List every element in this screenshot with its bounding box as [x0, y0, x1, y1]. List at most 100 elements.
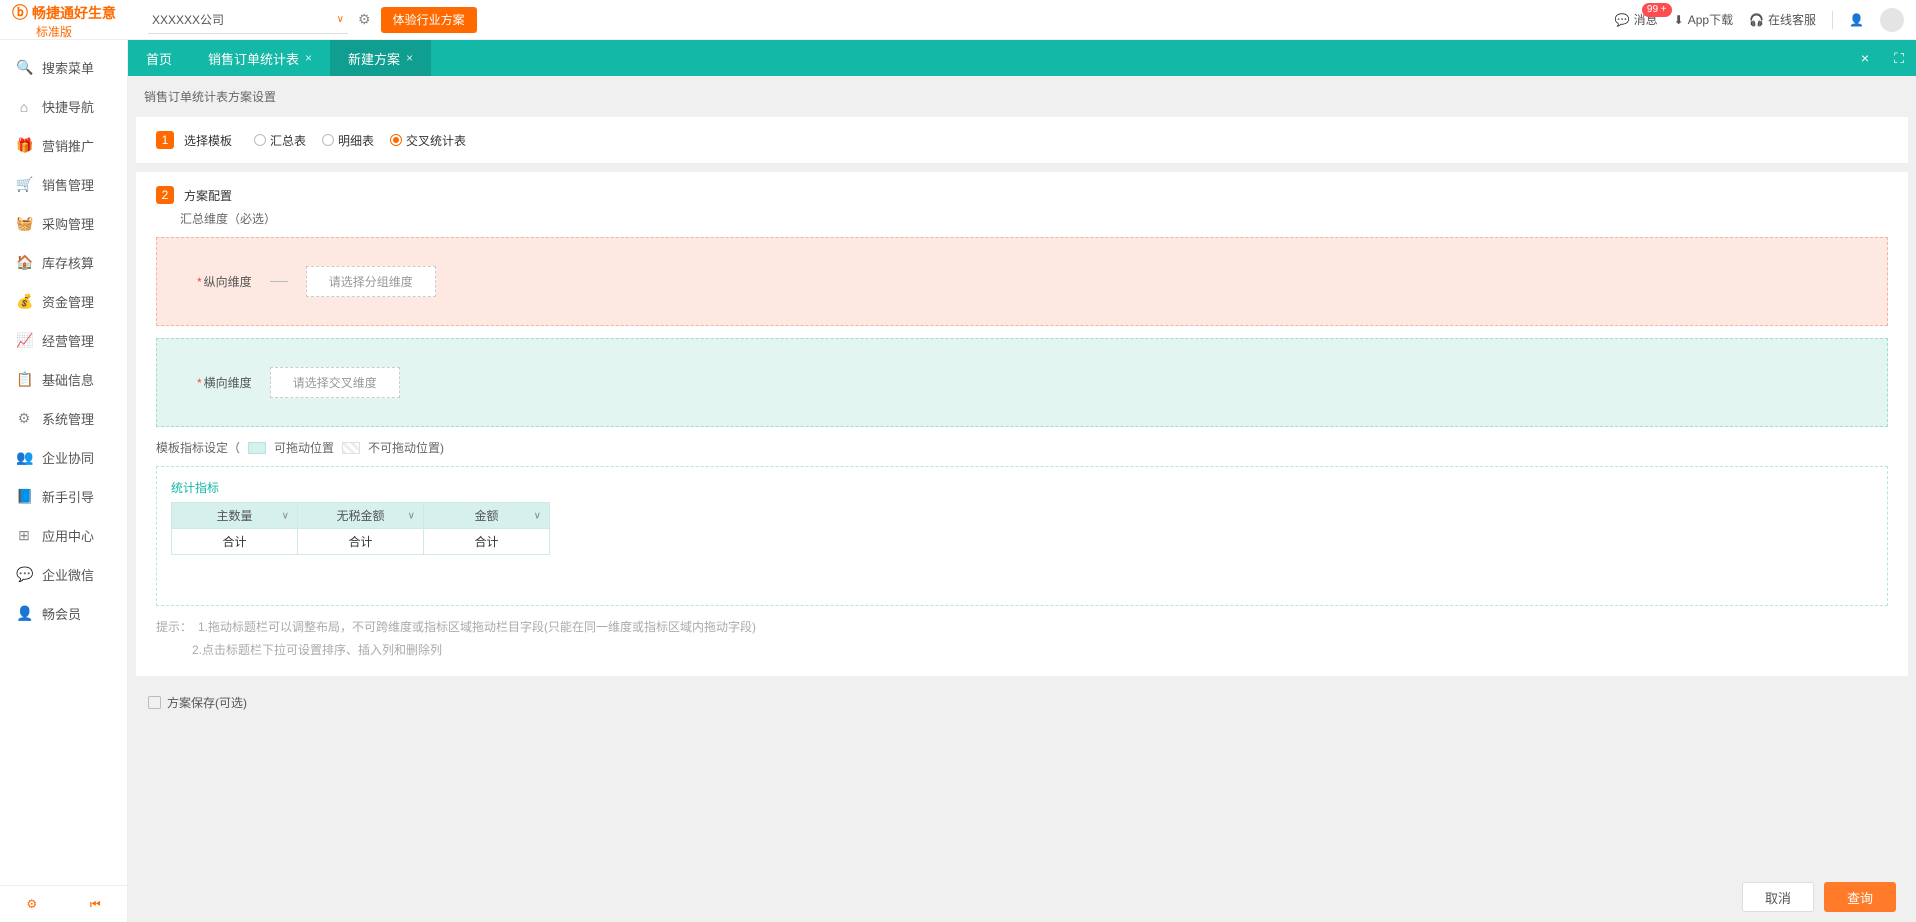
- sidebar-item-label: 采购管理: [42, 214, 94, 233]
- tab-home[interactable]: 首页: [128, 40, 190, 76]
- sidebar-item-search[interactable]: 🔍搜索菜单: [0, 48, 127, 87]
- legend-prefix: 模板指标设定（: [156, 439, 240, 456]
- bag-icon: 🧺: [16, 215, 32, 232]
- col-label: 主数量: [216, 509, 252, 523]
- vertical-dimension-box: *纵向维度 请选择分组维度: [156, 237, 1888, 326]
- sidebar-item-marketing[interactable]: 🎁 营销推广: [0, 126, 127, 165]
- page: 销售订单统计表方案设置 1 选择模板 汇总表 明细表 交叉统计表: [128, 76, 1916, 922]
- cancel-button[interactable]: 取消: [1742, 882, 1814, 912]
- sidebar-item-quicknav[interactable]: ⌂快捷导航: [0, 87, 127, 126]
- tab-new-plan[interactable]: 新建方案×: [330, 40, 431, 76]
- sidebar-item-sales[interactable]: 🛒 销售管理: [0, 165, 127, 204]
- sidebar-item-label: 库存核算: [42, 253, 94, 272]
- message-icon: 💬: [1615, 13, 1630, 27]
- brand: ⓑ 畅捷通好生意 标准版: [12, 0, 140, 40]
- radio-icon: [322, 134, 334, 146]
- main: 首页 销售订单统计表 × 新建方案× × ⛶ 销售订单统计表方案设置 1 选择模板…: [128, 40, 1916, 922]
- tab-report[interactable]: 销售订单统计表 ×: [190, 40, 330, 76]
- collapse-icon: ⏮: [90, 897, 101, 912]
- vertical-dimension-select[interactable]: 请选择分组维度: [306, 266, 436, 297]
- brand-name: 畅捷通好生意: [32, 3, 116, 23]
- legend-draggable: 可拖动位置: [274, 439, 334, 456]
- avatar[interactable]: [1880, 8, 1904, 32]
- chevron-down-icon: ∨: [282, 510, 289, 521]
- query-button[interactable]: 查询: [1824, 882, 1896, 912]
- tab-label: 首页: [146, 49, 172, 68]
- indicator-table: 主数量∨ 无税金额∨ 金额∨ 合计 合计 合计: [171, 502, 550, 555]
- user-icon[interactable]: 👤: [1849, 13, 1864, 27]
- indicator-col-notax[interactable]: 无税金额∨: [298, 503, 424, 529]
- sidebar-item-label: 应用中心: [42, 526, 94, 545]
- messages-button[interactable]: 💬 消息 99 +: [1615, 11, 1658, 28]
- horizontal-dimension-select[interactable]: 请选择交叉维度: [270, 367, 400, 398]
- radio-label: 明细表: [338, 132, 374, 149]
- headset-icon: 🎧: [1749, 13, 1764, 27]
- indicator-box: 统计指标 主数量∨ 无税金额∨ 金额∨ 合计 合计 合计: [156, 466, 1888, 606]
- card-step1: 1 选择模板 汇总表 明细表 交叉统计表: [136, 117, 1908, 164]
- gear-icon[interactable]: ⚙: [358, 11, 371, 28]
- sidebar-item-wechat[interactable]: 💬企业微信: [0, 555, 127, 594]
- close-icon[interactable]: ×: [305, 51, 312, 65]
- divider: [1832, 11, 1833, 29]
- radio-cross[interactable]: 交叉统计表: [390, 132, 466, 149]
- grid-icon: ⊞: [16, 527, 32, 544]
- tabbar-close-button[interactable]: ×: [1848, 40, 1882, 76]
- indicator-col-qty[interactable]: 主数量 ∨: [172, 503, 298, 529]
- support-button[interactable]: 🎧 在线客服: [1749, 11, 1816, 28]
- topbar: ⓑ 畅捷通好生意 标准版 ∨ ⚙ 体验行业方案 💬 消息 99 + ⬇ App下…: [0, 0, 1916, 40]
- sidebar-item-purchase[interactable]: 🧺 采购管理: [0, 204, 127, 243]
- sidebar-settings-button[interactable]: ⚙: [0, 886, 64, 922]
- sidebar-item-operations[interactable]: 📈经营管理: [0, 321, 127, 360]
- radio-detail[interactable]: 明细表: [322, 132, 374, 149]
- legend-nodrag: 不可拖动位置): [368, 439, 444, 456]
- step-number-1: 1: [156, 131, 174, 149]
- close-icon[interactable]: ×: [406, 51, 413, 65]
- download-icon: ⬇: [1674, 13, 1684, 27]
- sidebar: 🔍搜索菜单 ⌂快捷导航 🎁 营销推广 🛒 销售管理 🧺 采购管理 🏠 库存核算 💰资金管…: [0, 40, 128, 922]
- app-download-button[interactable]: ⬇ App下载: [1674, 11, 1733, 28]
- dash-icon: [270, 281, 288, 282]
- tab-label: 销售订单统计表: [208, 49, 299, 68]
- tip-line: 1.拖动标题栏可以调整布局，不可跨维度或指标区域拖动栏目字段(只能在同一维度或指…: [198, 620, 756, 634]
- tabbar-fullscreen-button[interactable]: ⛶: [1882, 40, 1916, 76]
- tip-line: 2.点击标题栏下拉可设置排序、插入列和删除列: [192, 643, 442, 657]
- sidebar-item-appcenter[interactable]: ⊞ 应用中心: [0, 516, 127, 555]
- sidebar-item-collab[interactable]: 👥企业协同: [0, 438, 127, 477]
- sidebar-item-label: 快捷导航: [42, 97, 94, 116]
- sidebar-item-label: 销售管理: [42, 175, 94, 194]
- company-input[interactable]: [152, 12, 331, 26]
- indicator-col-amount[interactable]: 金额∨: [424, 503, 550, 529]
- swatch-draggable-icon: [248, 442, 266, 454]
- sidebar-item-funds[interactable]: 💰资金管理: [0, 282, 127, 321]
- sidebar-item-system[interactable]: ⚙系统管理: [0, 399, 127, 438]
- search-icon: 🔍: [16, 59, 32, 76]
- warehouse-icon: 🏠: [16, 254, 32, 271]
- sidebar-item-label: 营销推广: [42, 136, 94, 155]
- support-label: 在线客服: [1768, 11, 1816, 28]
- vertical-label: *纵向维度: [197, 273, 252, 290]
- cart-icon: 🛒: [16, 176, 32, 193]
- sidebar-collapse-button[interactable]: ⏮: [64, 886, 128, 922]
- step1-label: 选择模板: [184, 132, 232, 149]
- sidebar-item-basicinfo[interactable]: 📋基础信息: [0, 360, 127, 399]
- tabbar: 首页 销售订单统计表 × 新建方案× × ⛶: [128, 40, 1916, 76]
- radio-summary[interactable]: 汇总表: [254, 132, 306, 149]
- radio-label: 交叉统计表: [406, 132, 466, 149]
- brand-sub: 标准版: [36, 23, 116, 40]
- experience-plan-button[interactable]: 体验行业方案: [381, 7, 477, 33]
- messages-badge: 99 +: [1642, 3, 1672, 17]
- table-cell: 合计: [172, 529, 298, 555]
- book-icon: 📘: [16, 488, 32, 505]
- save-plan-checkbox[interactable]: [148, 696, 161, 709]
- sidebar-item-guide[interactable]: 📘新手引导: [0, 477, 127, 516]
- table-cell: 合计: [424, 529, 550, 555]
- sidebar-footer: ⚙ ⏮: [0, 885, 127, 922]
- download-label: App下载: [1688, 11, 1733, 28]
- sidebar-item-inventory[interactable]: 🏠 库存核算: [0, 243, 127, 282]
- indicator-title: 统计指标: [171, 479, 1873, 496]
- template-radio-group: 汇总表 明细表 交叉统计表: [254, 132, 466, 149]
- company-select[interactable]: ∨: [148, 6, 348, 34]
- col-label: 金额: [474, 509, 498, 523]
- gift-icon: 🎁: [16, 137, 32, 154]
- sidebar-item-member[interactable]: 👤畅会员: [0, 594, 127, 633]
